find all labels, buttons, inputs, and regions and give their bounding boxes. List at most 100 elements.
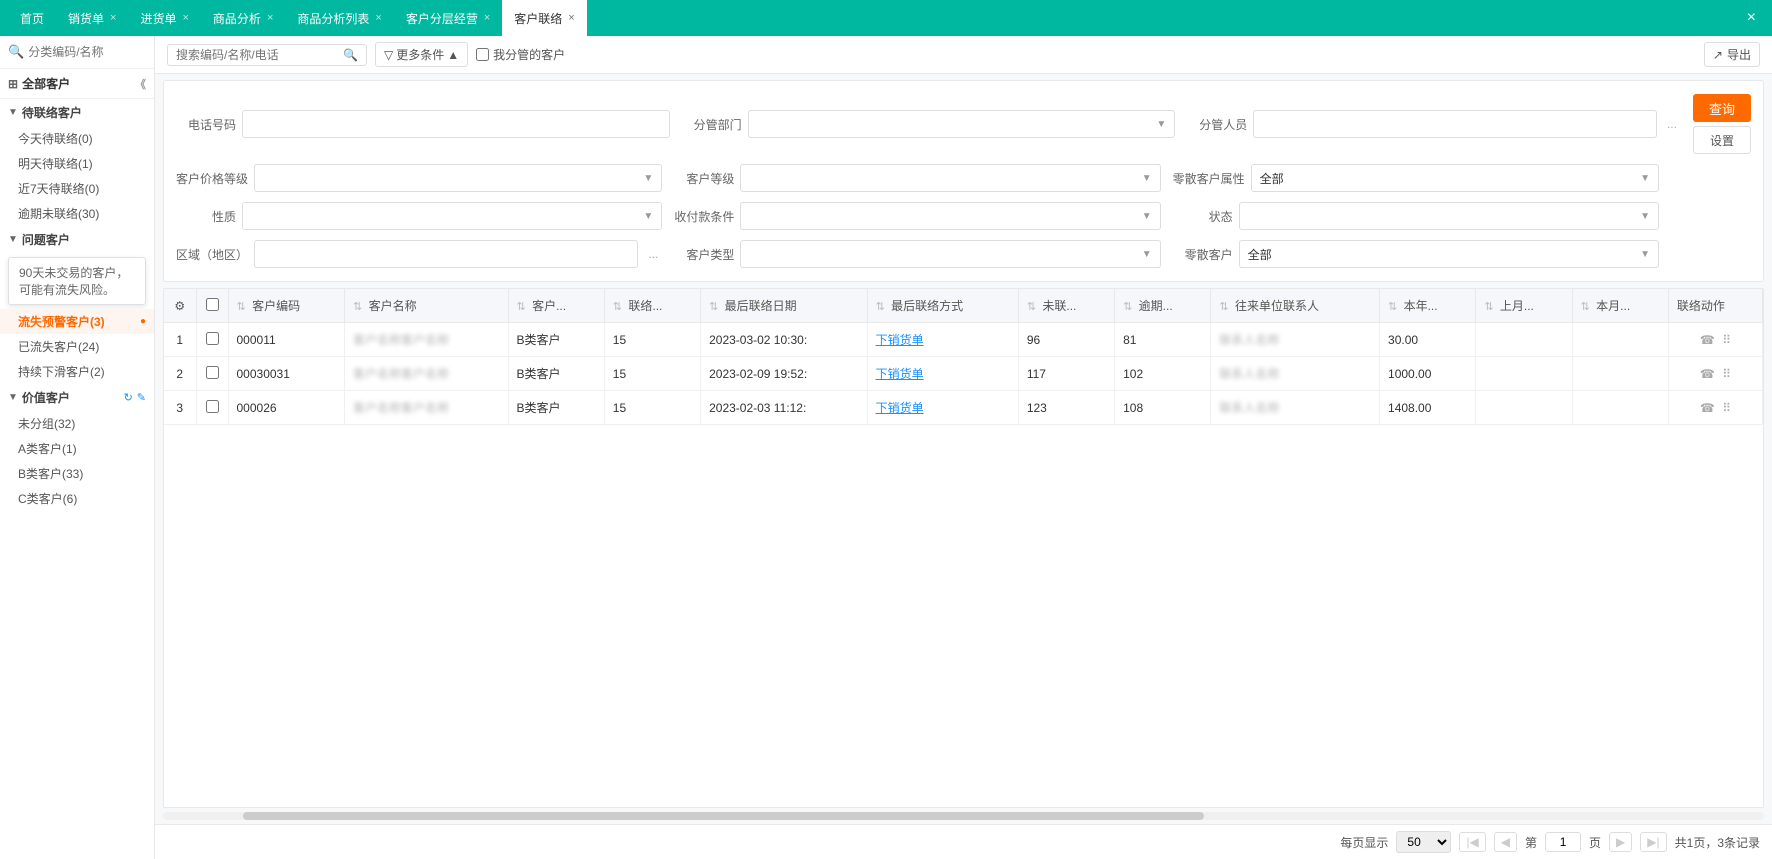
sidebar-group-value[interactable]: ▼ 价值客户 ↻ ✎ [0, 384, 154, 411]
nature-select[interactable]: ▼ [242, 202, 662, 230]
zero-attr-select[interactable]: 全部 ▼ [1251, 164, 1659, 192]
sidebar-all-customers[interactable]: ⊞ 全部客户 《 [0, 69, 154, 99]
my-customers-checkbox-label[interactable]: 我分管的客户 [476, 46, 565, 63]
person-more-icon[interactable]: ... [1663, 117, 1681, 131]
row-last-method[interactable]: 下销货单 [867, 323, 1018, 357]
col-name[interactable]: ⇅ 客户名称 [345, 289, 508, 323]
row-last-method[interactable]: 下销货单 [867, 357, 1018, 391]
row-checkbox-cell[interactable] [196, 391, 228, 425]
last-page-button[interactable]: ▶| [1640, 832, 1666, 852]
col-code[interactable]: ⇅ 客户编码 [228, 289, 345, 323]
close-tab-customer-contact-icon[interactable]: × [568, 12, 574, 24]
close-tab-sales-icon[interactable]: × [110, 12, 116, 24]
table-header-row: ⚙ ⇅ 客户编码 ⇅ 客户名称 ⇅ 客户... [164, 289, 1763, 323]
sidebar-item-a-class[interactable]: A类客户(1) [0, 436, 154, 461]
customer-type-select[interactable]: ▼ [740, 240, 1160, 268]
tab-home[interactable]: 首页 [8, 0, 56, 36]
export-button[interactable]: ↗ 导出 [1704, 42, 1760, 67]
edit-icon[interactable]: ✎ [137, 391, 146, 404]
window-close-button[interactable]: × [1739, 9, 1764, 27]
tab-customer-layer[interactable]: 客户分层经营 × [394, 0, 502, 36]
page-label: 第 [1525, 834, 1537, 851]
my-customers-checkbox[interactable] [476, 48, 489, 61]
col-last-method[interactable]: ⇅ 最后联络方式 [867, 289, 1018, 323]
sidebar-item-ungrouped[interactable]: 未分组(32) [0, 411, 154, 436]
sidebar-item-b-class[interactable]: B类客户(33) [0, 461, 154, 486]
close-tab-goods-list-icon[interactable]: × [375, 12, 381, 24]
close-tab-goods-analysis-icon[interactable]: × [267, 12, 273, 24]
collapse-sidebar-icon[interactable]: 《 [135, 76, 146, 92]
sort-icon11: ⇅ [1484, 301, 1493, 313]
more-filter-button[interactable]: ▽ 更多条件 ▲ [375, 42, 468, 67]
zero-customer-select[interactable]: 全部 ▼ [1239, 240, 1659, 268]
customer-level-select[interactable]: ▼ [740, 164, 1160, 192]
row-checkbox[interactable] [206, 400, 219, 413]
sidebar-item-churn-warning[interactable]: 流失预警客户(3) ● [0, 309, 154, 334]
tab-goods-analysis[interactable]: 商品分析 × [201, 0, 285, 36]
first-page-button[interactable]: |◀ [1459, 832, 1485, 852]
query-button[interactable]: 查询 [1693, 94, 1751, 122]
col-contacts[interactable]: ⇅ 联络... [604, 289, 700, 323]
tab-customer-contact[interactable]: 客户联络 × [502, 0, 586, 36]
row-checkbox[interactable] [206, 366, 219, 379]
sidebar-item-declining[interactable]: 持续下滑客户(2) [0, 359, 154, 384]
row-checkbox-cell[interactable] [196, 323, 228, 357]
search-input[interactable] [176, 48, 339, 62]
row-name: 客户名称客户名称 [345, 357, 508, 391]
tab-sales-order[interactable]: 销货单 × [56, 0, 128, 36]
dept-select[interactable]: ▼ [748, 110, 1176, 138]
sidebar-search-input[interactable] [28, 45, 146, 59]
status-select[interactable]: ▼ [1239, 202, 1659, 230]
search-submit-icon[interactable]: 🔍 [343, 48, 358, 62]
next-page-button[interactable]: ▶ [1609, 832, 1632, 852]
row-checkbox-cell[interactable] [196, 357, 228, 391]
row-last-method[interactable]: 下销货单 [867, 391, 1018, 425]
col-last-month[interactable]: ⇅ 上月... [1476, 289, 1572, 323]
sidebar-item-tomorrow-pending[interactable]: 明天待联络(1) [0, 151, 154, 176]
price-level-select[interactable]: ▼ [254, 164, 662, 192]
close-tab-purchase-icon[interactable]: × [182, 12, 188, 24]
sidebar-item-7day-pending[interactable]: 近7天待联络(0) [0, 176, 154, 201]
col-this-month[interactable]: ⇅ 本月... [1572, 289, 1668, 323]
contact-action-icon[interactable]: ☎ [1700, 367, 1715, 381]
col-settings[interactable]: ⚙ [164, 289, 196, 323]
sidebar-item-overdue-contact[interactable]: 逾期未联络(30) [0, 201, 154, 226]
main-layout: 🔍 ⊞ 全部客户 《 ▼ 待联络客户 今天待联络(0) 明天待联络(1) 近7天… [0, 36, 1772, 859]
more-action-icon[interactable]: ⠿ [1722, 333, 1731, 347]
contact-action-icon[interactable]: ☎ [1700, 401, 1715, 415]
select-all-checkbox[interactable] [206, 298, 219, 311]
col-overdue[interactable]: ⇅ 逾期... [1115, 289, 1211, 323]
region-more-icon[interactable]: ... [644, 247, 662, 261]
sidebar-item-c-class[interactable]: C类客户(6) [0, 486, 154, 511]
tab-purchase-order[interactable]: 进货单 × [128, 0, 200, 36]
more-action-icon[interactable]: ⠿ [1722, 401, 1731, 415]
horizontal-scrollbar[interactable] [163, 812, 1764, 820]
prev-page-button[interactable]: ◀ [1494, 832, 1517, 852]
col-contact-person[interactable]: ⇅ 往来单位联系人 [1211, 289, 1380, 323]
col-customer-type[interactable]: ⇅ 客户... [508, 289, 604, 323]
region-select[interactable] [254, 240, 638, 268]
phone-input[interactable] [242, 110, 670, 138]
scrollbar-thumb[interactable] [243, 812, 1204, 820]
row-checkbox[interactable] [206, 332, 219, 345]
sidebar-item-today-pending[interactable]: 今天待联络(0) [0, 126, 154, 151]
row-actions: ☎ ⠿ [1668, 323, 1762, 357]
contact-action-icon[interactable]: ☎ [1700, 333, 1715, 347]
col-last-date[interactable]: ⇅ 最后联络日期 [701, 289, 867, 323]
col-this-year[interactable]: ⇅ 本年... [1380, 289, 1476, 323]
per-page-select[interactable]: 50 100 200 [1396, 831, 1451, 853]
page-number-input[interactable] [1545, 832, 1581, 852]
sidebar-group-pending[interactable]: ▼ 待联络客户 [0, 99, 154, 126]
sidebar-group-problem[interactable]: ▼ 问题客户 [0, 226, 154, 253]
person-select[interactable] [1253, 110, 1657, 138]
settings-button[interactable]: 设置 [1693, 126, 1751, 154]
col-checkbox[interactable] [196, 289, 228, 323]
payment-select[interactable]: ▼ [740, 202, 1160, 230]
refresh-icon[interactable]: ↻ [124, 391, 133, 404]
close-tab-customer-layer-icon[interactable]: × [484, 12, 490, 24]
export-icon: ↗ [1713, 48, 1723, 62]
tab-goods-analysis-list[interactable]: 商品分析列表 × [285, 0, 393, 36]
sidebar-item-churned[interactable]: 已流失客户(24) [0, 334, 154, 359]
col-uncontacted[interactable]: ⇅ 未联... [1018, 289, 1114, 323]
more-action-icon[interactable]: ⠿ [1722, 367, 1731, 381]
